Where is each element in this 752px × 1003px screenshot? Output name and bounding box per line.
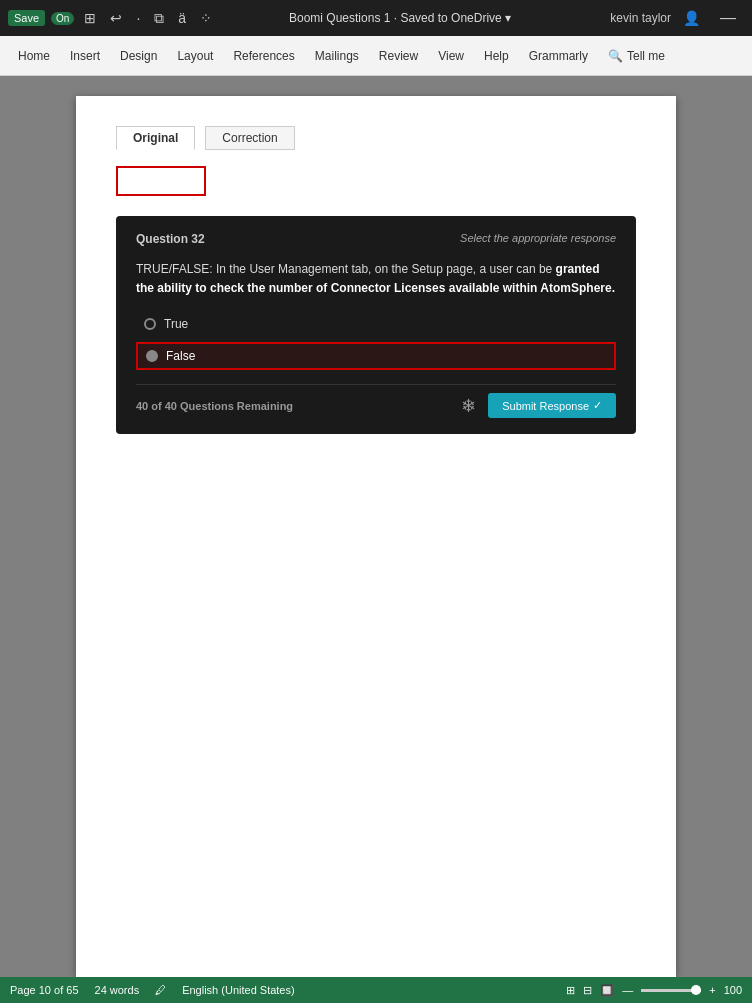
clipboard-icon[interactable]: ⧉ <box>150 8 168 29</box>
document-page: Original Correction Question 32 Select t… <box>76 96 676 977</box>
ribbon-view[interactable]: View <box>428 41 474 71</box>
document-area: Original Correction Question 32 Select t… <box>0 76 752 977</box>
answer-true[interactable]: True <box>136 312 616 336</box>
title-bar-left: Save On ⊞ ↩ · ⧉ ä ⁘ <box>8 8 216 29</box>
snowflake-icon: ❄ <box>461 395 476 417</box>
ribbon: Home Insert Design Layout References Mai… <box>0 36 752 76</box>
quiz-card: Question 32 Select the appropriate respo… <box>116 216 636 434</box>
checkmark-icon: ✓ <box>593 399 602 412</box>
status-icon-2: ⊟ <box>583 984 592 997</box>
ribbon-help[interactable]: Help <box>474 41 519 71</box>
pin-button[interactable]: ⁘ <box>196 8 216 28</box>
title-bar: Save On ⊞ ↩ · ⧉ ä ⁘ Boomi Questions 1 · … <box>0 0 752 36</box>
save-button[interactable]: Save <box>8 10 45 26</box>
submit-label: Submit Response <box>502 400 589 412</box>
ribbon-review[interactable]: Review <box>369 41 428 71</box>
question-text-part1: TRUE/FALSE: In the User Management tab, … <box>136 262 556 276</box>
zoom-plus[interactable]: + <box>709 984 715 996</box>
tab-correction[interactable]: Correction <box>205 126 294 150</box>
ribbon-insert[interactable]: Insert <box>60 41 110 71</box>
answer-false-label: False <box>166 349 195 363</box>
ribbon-tell-me[interactable]: 🔍 Tell me <box>598 41 675 71</box>
status-bar-right: ⊞ ⊟ 🔲 — + 100 <box>566 984 742 997</box>
quiz-footer: 40 of 40 Questions Remaining ❄ Submit Re… <box>136 384 616 418</box>
format-button[interactable]: ä <box>174 8 190 28</box>
user-name: kevin taylor <box>610 11 671 25</box>
document-title: Boomi Questions 1 · Saved to OneDrive ▾ <box>224 11 576 25</box>
undo-button[interactable]: ↩ <box>106 8 126 28</box>
radio-false <box>146 350 158 362</box>
status-bar: Page 10 of 65 24 words 🖊 English (United… <box>0 977 752 1003</box>
ribbon-mailings[interactable]: Mailings <box>305 41 369 71</box>
ribbon-design[interactable]: Design <box>110 41 167 71</box>
search-icon: 🔍 <box>608 49 623 63</box>
tab-original[interactable]: Original <box>116 126 195 150</box>
ribbon-grammarly[interactable]: Grammarly <box>519 41 598 71</box>
autosave-toggle[interactable]: On <box>51 12 74 25</box>
answer-false[interactable]: False <box>136 342 616 370</box>
answer-true-label: True <box>164 317 188 331</box>
footer-right: ❄ Submit Response ✓ <box>461 393 616 418</box>
status-icon-3: 🔲 <box>600 984 614 997</box>
question-text: TRUE/FALSE: In the User Management tab, … <box>136 260 616 298</box>
ribbon-home[interactable]: Home <box>8 41 60 71</box>
zoom-level: 100 <box>724 984 742 996</box>
language: English (United States) <box>182 984 295 996</box>
questions-remaining: 40 of 40 Questions Remaining <box>136 400 293 412</box>
red-box-placeholder <box>116 166 206 196</box>
word-count: 24 words <box>95 984 140 996</box>
select-response-label: Select the appropriate response <box>460 232 616 246</box>
user-icon[interactable]: 👤 <box>679 8 704 28</box>
ribbon-references[interactable]: References <box>223 41 304 71</box>
redo-button[interactable]: · <box>132 8 144 28</box>
language-icon: 🖊 <box>155 984 166 996</box>
title-bar-right: kevin taylor 👤 — <box>584 7 744 29</box>
tabs-row: Original Correction <box>116 126 636 150</box>
quiz-header: Question 32 Select the appropriate respo… <box>136 232 616 246</box>
minimize-button[interactable]: — <box>712 7 744 29</box>
page-info: Page 10 of 65 <box>10 984 79 996</box>
submit-response-button[interactable]: Submit Response ✓ <box>488 393 616 418</box>
status-icon-1: ⊞ <box>566 984 575 997</box>
ribbon-layout[interactable]: Layout <box>167 41 223 71</box>
zoom-slider[interactable] <box>641 989 701 992</box>
grid-icon-button[interactable]: ⊞ <box>80 8 100 28</box>
zoom-minus[interactable]: — <box>622 984 633 996</box>
question-number: Question 32 <box>136 232 205 246</box>
radio-true <box>144 318 156 330</box>
zoom-slider-thumb <box>691 985 701 995</box>
